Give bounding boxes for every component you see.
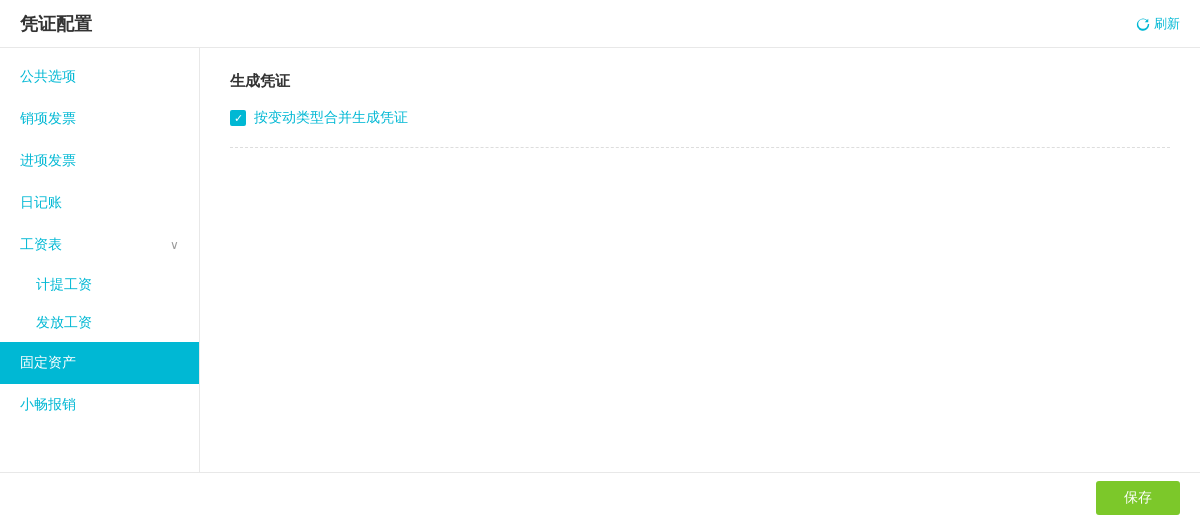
sidebar-item-label: 日记账 bbox=[20, 194, 62, 212]
refresh-label: 刷新 bbox=[1154, 15, 1180, 33]
sidebar-item-journal[interactable]: 日记账 bbox=[0, 182, 199, 224]
sidebar-item-label: 小畅报销 bbox=[20, 396, 76, 414]
sidebar-item-expense-claim[interactable]: 小畅报销 bbox=[0, 384, 199, 426]
checkbox-label[interactable]: 按变动类型合并生成凭证 bbox=[254, 109, 408, 127]
sidebar-item-distribute-payroll[interactable]: 发放工资 bbox=[0, 304, 199, 342]
footer: 保存 bbox=[0, 472, 1200, 522]
sidebar-item-public-options[interactable]: 公共选项 bbox=[0, 56, 199, 98]
sidebar-item-fixed-assets[interactable]: 固定资产 bbox=[0, 342, 199, 384]
main-layout: 公共选项 销项发票 进项发票 日记账 工资表 ∨ 计提工资 发放工资 固定资产 … bbox=[0, 48, 1200, 472]
sidebar-item-label: 固定资产 bbox=[20, 354, 76, 372]
page-title: 凭证配置 bbox=[20, 12, 92, 36]
sidebar: 公共选项 销项发票 进项发票 日记账 工资表 ∨ 计提工资 发放工资 固定资产 … bbox=[0, 48, 200, 472]
sidebar-sub-item-label: 发放工资 bbox=[36, 314, 92, 330]
section-title: 生成凭证 bbox=[230, 72, 1170, 91]
merge-voucher-checkbox[interactable] bbox=[230, 110, 246, 126]
checkbox-row: 按变动类型合并生成凭证 bbox=[230, 109, 1170, 127]
sidebar-item-label: 工资表 bbox=[20, 236, 62, 254]
chevron-down-icon: ∨ bbox=[170, 238, 179, 252]
sidebar-item-label: 进项发票 bbox=[20, 152, 76, 170]
header: 凭证配置 刷新 bbox=[0, 0, 1200, 48]
content-area: 生成凭证 按变动类型合并生成凭证 bbox=[200, 48, 1200, 472]
sidebar-item-label: 销项发票 bbox=[20, 110, 76, 128]
refresh-icon bbox=[1136, 17, 1150, 31]
sidebar-item-purchase-invoice[interactable]: 进项发票 bbox=[0, 140, 199, 182]
save-button[interactable]: 保存 bbox=[1096, 481, 1180, 515]
sidebar-item-commission-payroll[interactable]: 计提工资 bbox=[0, 266, 199, 304]
sidebar-sub-item-label: 计提工资 bbox=[36, 276, 92, 292]
sidebar-item-label: 公共选项 bbox=[20, 68, 76, 86]
refresh-button[interactable]: 刷新 bbox=[1136, 15, 1180, 33]
sidebar-item-payroll[interactable]: 工资表 ∨ bbox=[0, 224, 199, 266]
section-divider bbox=[230, 147, 1170, 148]
sidebar-item-sales-invoice[interactable]: 销项发票 bbox=[0, 98, 199, 140]
